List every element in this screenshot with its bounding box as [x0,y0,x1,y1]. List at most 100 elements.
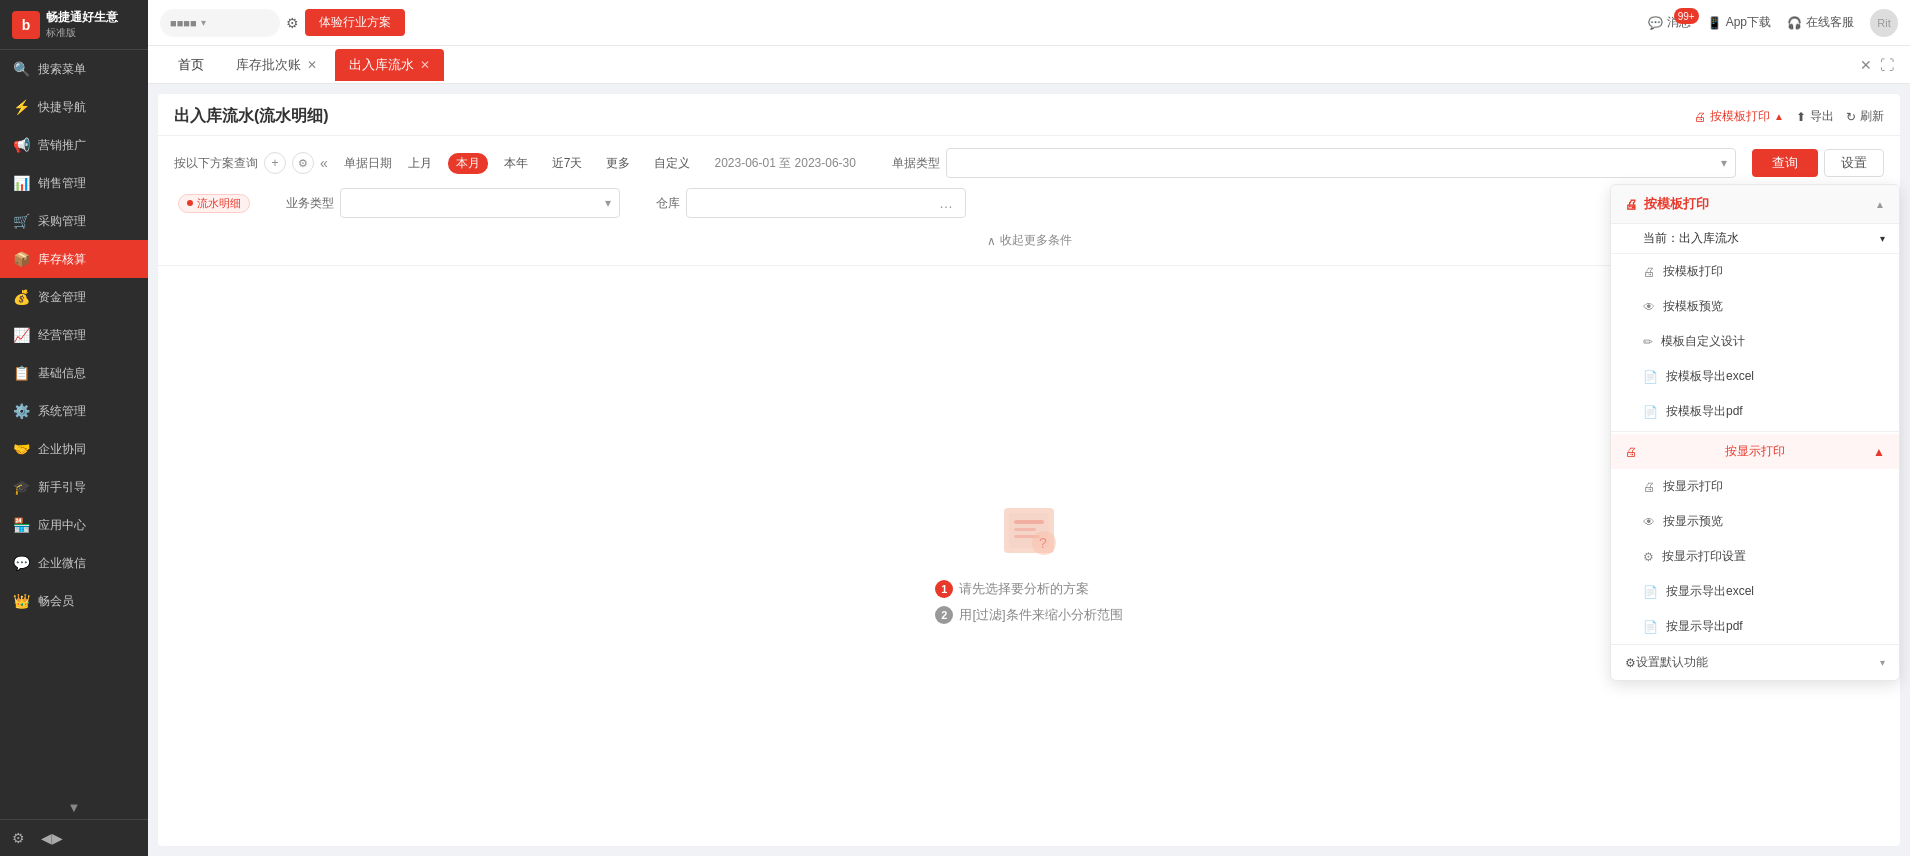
print-template-button[interactable]: 🖨 按模板打印 ▲ [1694,108,1784,125]
date-this-month-btn[interactable]: 本月 [448,153,488,174]
sidebar-item-quick-label: 快捷导航 [38,99,86,116]
template-pdf-item[interactable]: 📄 按模板导出pdf [1611,394,1899,429]
topbar-avatar[interactable]: Rit [1870,9,1898,37]
tab-home-label: 首页 [178,56,204,74]
dropdown-collapse-icon[interactable]: ▲ [1875,199,1885,210]
refresh-icon: ↻ [1846,110,1856,124]
settings-bottom-icon[interactable]: ⚙ [12,830,25,846]
display-print-item[interactable]: 🖨 按显示打印 [1611,469,1899,504]
display-preview-label: 按显示预览 [1663,513,1723,530]
tab-home[interactable]: 首页 [164,49,218,81]
flow-type-dot [187,200,193,206]
sidebar-item-guide[interactable]: 🎓 新手引导 [0,468,148,506]
sidebar-item-member[interactable]: 👑 畅会员 [0,582,148,620]
template-preview-item[interactable]: 👁 按模板预览 [1611,289,1899,324]
sidebar-logo: b 畅捷通好生意 标准版 [0,0,148,50]
sidebar-item-finance[interactable]: 💰 资金管理 [0,278,148,316]
topbar-user-selector[interactable]: ■■■■ ▾ [160,9,280,37]
collapse-more-btn[interactable]: ∧ 收起更多条件 [987,232,1072,249]
current-label-chevron-icon[interactable]: ▾ [1880,233,1885,244]
tab-close-btn[interactable]: ✕ [1860,57,1872,73]
topbar-gear-icon[interactable]: ⚙ [286,15,299,31]
sidebar-item-operation[interactable]: 📈 经营管理 [0,316,148,354]
sidebar-item-quick[interactable]: ⚡ 快捷导航 [0,88,148,126]
tab-flowlog-close-icon[interactable]: ✕ [420,58,430,72]
collapse-sidebar-icon[interactable]: ◀▶ [41,830,63,846]
template-excel-label: 按模板导出excel [1666,368,1754,385]
tab-maximize-btn[interactable]: ⛶ [1880,57,1894,73]
refresh-button[interactable]: ↻ 刷新 [1846,108,1884,125]
page-actions: 🖨 按模板打印 ▲ ⬆ 导出 ↻ 刷新 [1694,108,1884,125]
display-section-right: ▲ [1873,445,1885,459]
date-7days-btn[interactable]: 近7天 [544,153,591,174]
main-area: ■■■■ ▾ ⚙ 体验行业方案 💬 消息 99+ 📱 App下载 🎧 在线客服 … [148,0,1910,856]
logo-icon: b [12,11,40,39]
filter-collapse-button[interactable]: « [320,155,328,171]
template-excel-item[interactable]: 📄 按模板导出excel [1611,359,1899,394]
display-preview-item[interactable]: 👁 按显示预览 [1611,504,1899,539]
tab-flowlog-label: 出入库流水 [349,56,414,74]
display-section-header[interactable]: 🖨 按显示打印 ▲ [1611,434,1899,469]
query-button[interactable]: 查询 [1752,149,1818,177]
export-button[interactable]: ⬆ 导出 [1796,108,1834,125]
sidebar-item-basic[interactable]: 📋 基础信息 [0,354,148,392]
display-section-icon: 🖨 [1625,445,1637,459]
date-custom-btn[interactable]: 自定义 [646,153,698,174]
date-this-year-btn[interactable]: 本年 [496,153,536,174]
date-more-btn[interactable]: 更多 [598,153,638,174]
current-label-text: 当前：出入库流水 [1643,230,1739,247]
set-button[interactable]: 设置 [1824,149,1884,177]
flow-type-tag[interactable]: 流水明细 [178,194,250,213]
tab-batch-close-icon[interactable]: ✕ [307,58,317,72]
warehouse-field[interactable]: … [686,188,966,218]
topbar-message[interactable]: 💬 消息 99+ [1648,14,1691,31]
guide-nav-icon: 🎓 [12,478,30,496]
export-label: 导出 [1810,108,1834,125]
template-pdf-icon: 📄 [1643,405,1658,419]
template-print-item[interactable]: 🖨 按模板打印 [1611,254,1899,289]
basic-nav-icon: 📋 [12,364,30,382]
sidebar-item-system[interactable]: ⚙️ 系统管理 [0,392,148,430]
operation-nav-icon: 📈 [12,326,30,344]
message-badge: 99+ [1674,8,1699,24]
sidebar-item-sales[interactable]: 📊 销售管理 [0,164,148,202]
wechat-nav-icon: 💬 [12,554,30,572]
sidebar-item-collab[interactable]: 🤝 企业协同 [0,430,148,468]
filter-settings-button[interactable]: ⚙ [292,152,314,174]
hint-num-1: 1 [935,580,953,598]
sidebar-item-wechat[interactable]: 💬 企业微信 [0,544,148,582]
tabbar: 首页 库存批次账 ✕ 出入库流水 ✕ ✕ ⛶ [148,46,1910,84]
solution-button[interactable]: 体验行业方案 [305,9,405,36]
sidebar-item-appstore[interactable]: 🏪 应用中心 [0,506,148,544]
display-pdf-item[interactable]: 📄 按显示导出pdf [1611,609,1899,644]
tab-flowlog[interactable]: 出入库流水 ✕ [335,49,444,81]
sidebar-item-purchase[interactable]: 🛒 采购管理 [0,202,148,240]
date-last-month-btn[interactable]: 上月 [400,153,440,174]
dropdown-footer[interactable]: ⚙ 设置默认功能 ▾ [1611,644,1899,680]
refresh-label: 刷新 [1860,108,1884,125]
display-settings-item[interactable]: ⚙ 按显示打印设置 [1611,539,1899,574]
empty-hint-1-text: 请先选择要分析的方案 [959,580,1089,598]
display-excel-item[interactable]: 📄 按显示导出excel [1611,574,1899,609]
sidebar-item-search[interactable]: 🔍 搜索菜单 [0,50,148,88]
biz-type-field[interactable]: ▾ [340,188,620,218]
sidebar-item-marketing[interactable]: 📢 营销推广 [0,126,148,164]
search-nav-icon: 🔍 [12,60,30,78]
sidebar-item-system-label: 系统管理 [38,403,86,420]
template-preview-icon: 👁 [1643,300,1655,314]
svg-rect-3 [1014,528,1036,531]
doc-type-field[interactable]: ▾ [946,148,1736,178]
phone-icon: 📱 [1707,16,1722,30]
appstore-nav-icon: 🏪 [12,516,30,534]
topbar-right: 💬 消息 99+ 📱 App下载 🎧 在线客服 Rit [1648,9,1898,37]
topbar-online-service[interactable]: 🎧 在线客服 [1787,14,1854,31]
template-custom-item[interactable]: ✏ 模板自定义设计 [1611,324,1899,359]
tab-batch[interactable]: 库存批次账 ✕ [222,49,331,81]
display-pdf-icon: 📄 [1643,620,1658,634]
filter-add-button[interactable]: + [264,152,286,174]
sidebar-scroll-down[interactable]: ▼ [0,796,148,819]
sidebar-item-inventory[interactable]: 📦 库存核算 [0,240,148,278]
dropdown-divider [1611,431,1899,432]
warehouse-more-icon[interactable]: … [935,195,957,211]
topbar-app-download[interactable]: 📱 App下载 [1707,14,1771,31]
